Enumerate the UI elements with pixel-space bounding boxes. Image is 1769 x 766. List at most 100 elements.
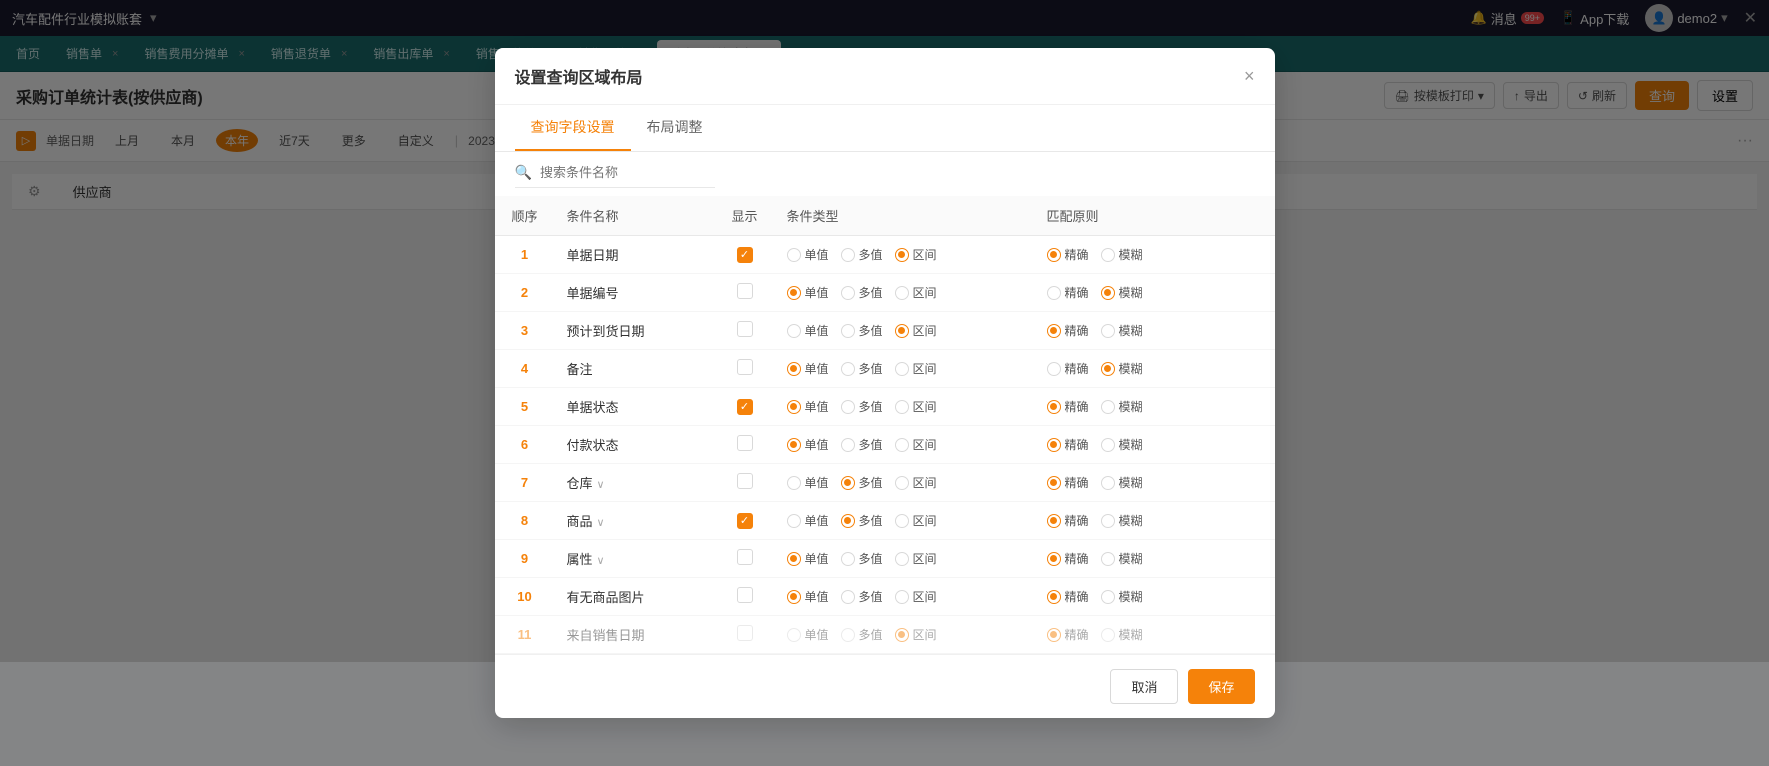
table-row: 8商品∨单值多值区间精确模糊 — [495, 502, 1275, 540]
type-radio-多值[interactable]: 多值 — [841, 246, 883, 263]
match-radio-label-模糊: 模糊 — [1119, 588, 1143, 605]
display-checkbox[interactable] — [737, 247, 753, 263]
match-radio-精确[interactable]: 精确 — [1047, 398, 1089, 415]
type-radio-单值[interactable]: 单值 — [787, 512, 829, 529]
modal-search-wrap: 🔍 — [495, 152, 1275, 196]
type-radio-单值[interactable]: 单值 — [787, 398, 829, 415]
type-radio-多值[interactable]: 多值 — [841, 550, 883, 567]
type-radio-circle-区间 — [895, 286, 909, 300]
match-radio-精确[interactable]: 精确 — [1047, 246, 1089, 263]
expand-icon[interactable]: ∨ — [597, 517, 605, 529]
match-radio-circle-模糊 — [1101, 248, 1115, 262]
type-radio-多值[interactable]: 多值 — [841, 474, 883, 491]
type-radio-多值[interactable]: 多值 — [841, 626, 883, 643]
type-radio-单值[interactable]: 单值 — [787, 436, 829, 453]
display-checkbox[interactable] — [737, 587, 753, 603]
row-name: 预计到货日期 — [555, 312, 715, 350]
match-radio-精确[interactable]: 精确 — [1047, 588, 1089, 605]
type-radio-单值[interactable]: 单值 — [787, 588, 829, 605]
row-match-cell: 精确 模糊 — [1035, 578, 1275, 616]
display-checkbox[interactable] — [737, 321, 753, 337]
match-radio-模糊[interactable]: 模糊 — [1101, 626, 1143, 643]
type-radio-区间[interactable]: 区间 — [895, 360, 937, 377]
match-radio-模糊[interactable]: 模糊 — [1101, 588, 1143, 605]
type-radio-多值[interactable]: 多值 — [841, 398, 883, 415]
table-row: 7仓库∨单值多值区间精确模糊 — [495, 464, 1275, 502]
type-radio-circle-多值 — [841, 476, 855, 490]
row-order: 9 — [495, 540, 555, 578]
th-match: 匹配原则 — [1035, 196, 1275, 236]
type-radio-区间[interactable]: 区间 — [895, 436, 937, 453]
cancel-button[interactable]: 取消 — [1110, 669, 1178, 704]
match-radio-精确[interactable]: 精确 — [1047, 322, 1089, 339]
type-radio-circle-多值 — [841, 628, 855, 642]
match-radio-精确[interactable]: 精确 — [1047, 436, 1089, 453]
match-radio-模糊[interactable]: 模糊 — [1101, 550, 1143, 567]
match-radio-circle-精确 — [1047, 514, 1061, 528]
type-radio-区间[interactable]: 区间 — [895, 284, 937, 301]
match-radio-模糊[interactable]: 模糊 — [1101, 398, 1143, 415]
match-radio-模糊[interactable]: 模糊 — [1101, 284, 1143, 301]
type-radio-多值[interactable]: 多值 — [841, 284, 883, 301]
save-button[interactable]: 保存 — [1188, 669, 1254, 704]
type-radio-区间[interactable]: 区间 — [895, 588, 937, 605]
type-radio-多值[interactable]: 多值 — [841, 512, 883, 529]
match-radio-模糊[interactable]: 模糊 — [1101, 474, 1143, 491]
type-radio-单值[interactable]: 单值 — [787, 550, 829, 567]
type-radio-单值[interactable]: 单值 — [787, 322, 829, 339]
type-radio-区间[interactable]: 区间 — [895, 246, 937, 263]
type-radio-区间[interactable]: 区间 — [895, 512, 937, 529]
match-radio-精确[interactable]: 精确 — [1047, 474, 1089, 491]
modal-close-button[interactable]: × — [1244, 67, 1255, 85]
modal-tab-field-settings[interactable]: 查询字段设置 — [515, 105, 631, 151]
type-radio-label-多值: 多值 — [859, 322, 883, 339]
type-radio-单值[interactable]: 单值 — [787, 246, 829, 263]
expand-icon[interactable]: ∨ — [597, 555, 605, 567]
modal-tab-layout-adjust-label: 布局调整 — [647, 119, 703, 135]
type-radio-区间[interactable]: 区间 — [895, 398, 937, 415]
match-radio-模糊[interactable]: 模糊 — [1101, 246, 1143, 263]
display-checkbox[interactable] — [737, 625, 753, 641]
type-radio-区间[interactable]: 区间 — [895, 626, 937, 643]
match-radio-精确[interactable]: 精确 — [1047, 512, 1089, 529]
display-checkbox[interactable] — [737, 435, 753, 451]
type-radio-label-多值: 多值 — [859, 246, 883, 263]
display-checkbox[interactable] — [737, 473, 753, 489]
expand-icon[interactable]: ∨ — [597, 479, 605, 491]
modal-footer: 取消 保存 — [495, 654, 1275, 718]
match-radio-模糊[interactable]: 模糊 — [1101, 322, 1143, 339]
type-radio-单值[interactable]: 单值 — [787, 284, 829, 301]
type-radio-单值[interactable]: 单值 — [787, 626, 829, 643]
type-radio-circle-区间 — [895, 628, 909, 642]
type-radio-circle-区间 — [895, 590, 909, 604]
match-radio-模糊[interactable]: 模糊 — [1101, 512, 1143, 529]
match-radio-模糊[interactable]: 模糊 — [1101, 360, 1143, 377]
modal-search-input[interactable] — [540, 165, 715, 180]
display-checkbox[interactable] — [737, 283, 753, 299]
display-checkbox[interactable] — [737, 399, 753, 415]
match-radio-label-精确: 精确 — [1065, 550, 1089, 567]
type-radio-区间[interactable]: 区间 — [895, 550, 937, 567]
row-type-cell: 单值多值区间 — [775, 350, 1035, 388]
match-radio-精确[interactable]: 精确 — [1047, 550, 1089, 567]
display-checkbox[interactable] — [737, 359, 753, 375]
table-row: 6付款状态单值多值区间精确模糊 — [495, 426, 1275, 464]
type-radio-单值[interactable]: 单值 — [787, 474, 829, 491]
match-radio-精确[interactable]: 精确 — [1047, 360, 1089, 377]
row-display-cell — [715, 502, 775, 540]
display-checkbox[interactable] — [737, 513, 753, 529]
row-match-cell: 精确模糊 — [1035, 464, 1275, 502]
match-radio-模糊[interactable]: 模糊 — [1101, 436, 1143, 453]
type-radio-多值[interactable]: 多值 — [841, 360, 883, 377]
row-name: 属性∨ — [555, 540, 715, 578]
type-radio-多值[interactable]: 多值 — [841, 588, 883, 605]
type-radio-多值[interactable]: 多值 — [841, 322, 883, 339]
type-radio-区间[interactable]: 区间 — [895, 322, 937, 339]
match-radio-精确[interactable]: 精确 — [1047, 626, 1089, 643]
display-checkbox[interactable] — [737, 549, 753, 565]
type-radio-多值[interactable]: 多值 — [841, 436, 883, 453]
modal-tab-layout-adjust[interactable]: 布局调整 — [631, 105, 719, 151]
type-radio-单值[interactable]: 单值 — [787, 360, 829, 377]
type-radio-区间[interactable]: 区间 — [895, 474, 937, 491]
match-radio-精确[interactable]: 精确 — [1047, 284, 1089, 301]
